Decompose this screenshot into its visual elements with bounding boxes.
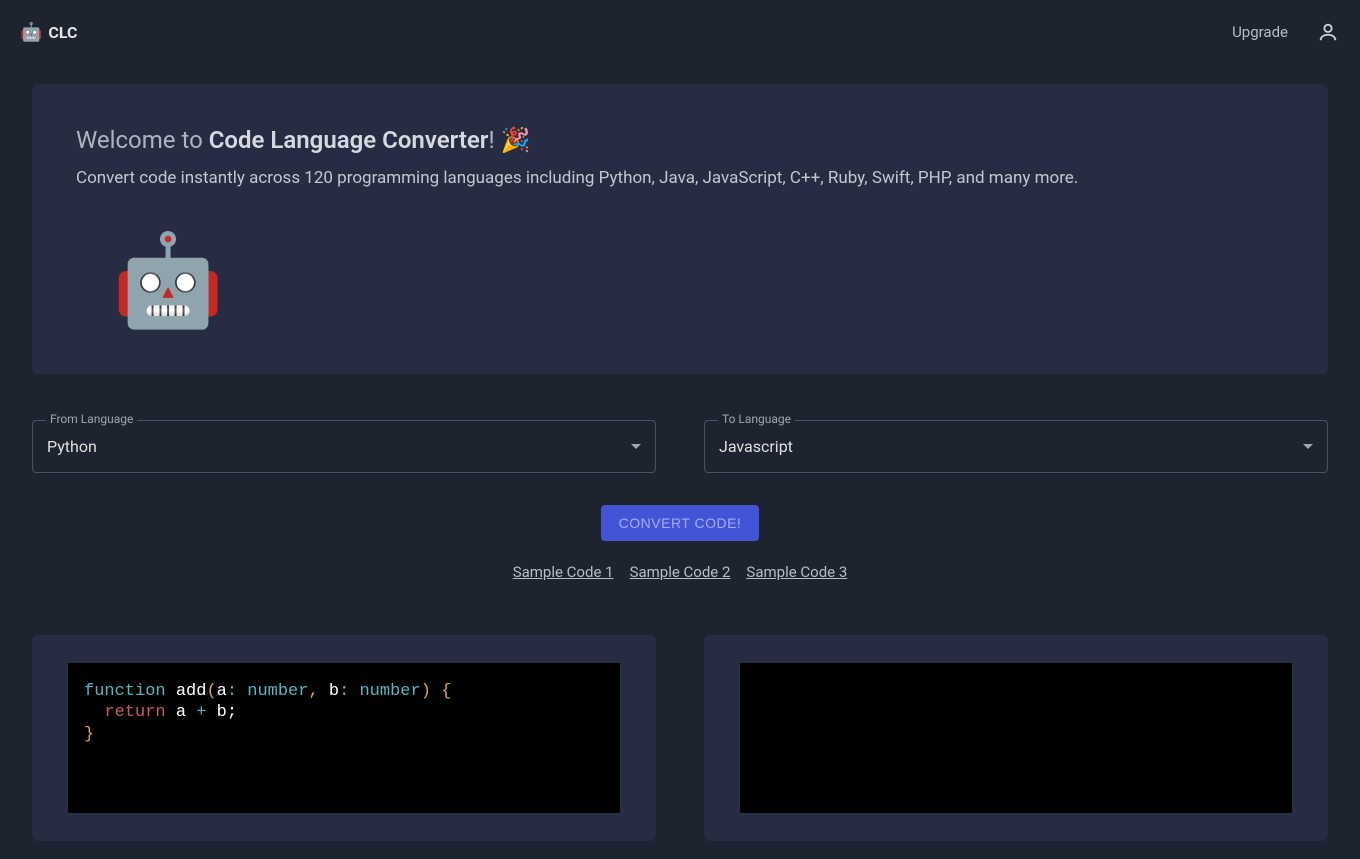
sample-code-3-link[interactable]: Sample Code 3: [746, 563, 847, 581]
from-language-label: From Language: [46, 412, 137, 426]
main-content: Welcome to Code Language Converter! 🎉 Co…: [0, 64, 1360, 841]
output-code-panel: [704, 635, 1328, 841]
profile-icon[interactable]: [1316, 20, 1340, 44]
welcome-subtitle: Convert code instantly across 120 progra…: [76, 168, 1284, 188]
welcome-title: Welcome to Code Language Converter! 🎉: [76, 126, 1284, 154]
source-code-editor[interactable]: function add(a: number, b: number) { ret…: [68, 663, 620, 813]
sample-code-2-link[interactable]: Sample Code 2: [630, 563, 731, 581]
language-selectors: From Language Python To Language Javascr…: [32, 420, 1328, 473]
app-header: 🤖 CLC Upgrade: [0, 0, 1360, 64]
to-language-wrap: To Language Javascript: [704, 420, 1328, 473]
welcome-card: Welcome to Code Language Converter! 🎉 Co…: [32, 84, 1328, 374]
robot-illustration: 🤖: [112, 236, 1284, 326]
convert-row: CONVERT CODE!: [32, 505, 1328, 541]
chevron-down-icon: [1303, 444, 1313, 449]
to-language-select[interactable]: Javascript: [704, 420, 1328, 473]
to-language-label: To Language: [718, 412, 795, 426]
sample-code-1-link[interactable]: Sample Code 1: [513, 563, 614, 581]
from-language-wrap: From Language Python: [32, 420, 656, 473]
app-logo[interactable]: 🤖 CLC: [20, 22, 78, 43]
header-actions: Upgrade: [1232, 20, 1340, 44]
upgrade-link[interactable]: Upgrade: [1232, 23, 1288, 41]
code-panels: function add(a: number, b: number) { ret…: [32, 635, 1328, 841]
logo-text: CLC: [48, 23, 77, 42]
output-code-editor[interactable]: [740, 663, 1292, 813]
chevron-down-icon: [631, 444, 641, 449]
robot-icon: 🤖: [20, 22, 42, 43]
source-code-panel: function add(a: number, b: number) { ret…: [32, 635, 656, 841]
from-language-select[interactable]: Python: [32, 420, 656, 473]
to-language-value: Javascript: [719, 437, 793, 456]
convert-button[interactable]: CONVERT CODE!: [601, 505, 760, 541]
sample-links: Sample Code 1 Sample Code 2 Sample Code …: [32, 563, 1328, 581]
from-language-value: Python: [47, 437, 97, 456]
